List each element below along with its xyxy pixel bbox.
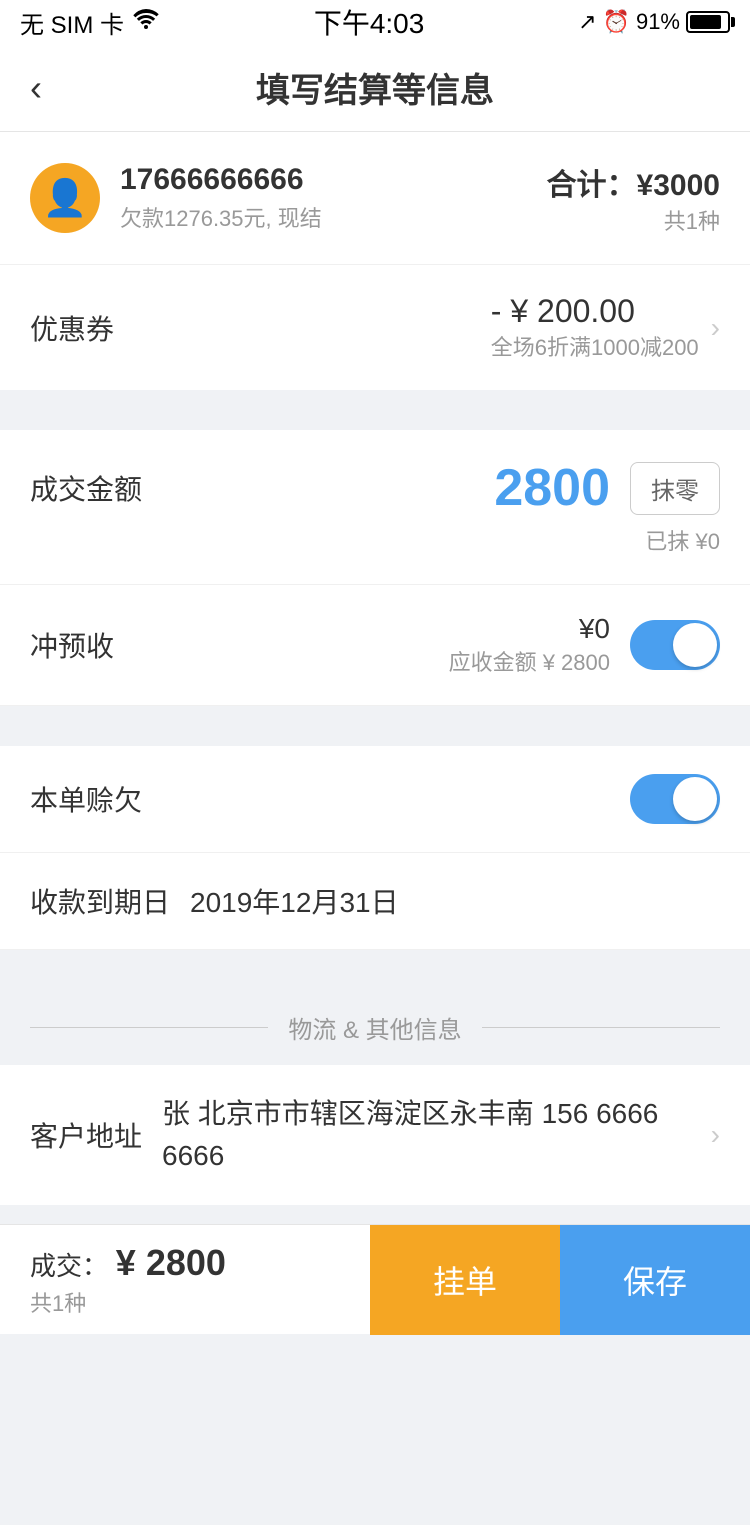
sim-text: 无 SIM 卡 — [20, 5, 124, 40]
due-date-label: 收款到期日 — [30, 881, 170, 921]
prepay-sub: 应收金额 ¥ 2800 — [449, 645, 610, 677]
due-date-row: 收款到期日 2019年12月31日 — [0, 853, 750, 950]
prepay-row: 冲预收 ¥0 应收金额 ¥ 2800 — [0, 585, 750, 706]
coupon-label: 优惠券 — [30, 308, 114, 348]
user-info: 17666666666 欠款1276.35元, 现结 — [120, 163, 547, 233]
total-value: 合计：¥3000 — [547, 160, 720, 204]
bottom-deal-label: 成交： — [30, 1251, 108, 1281]
address-chevron-icon: › — [711, 1119, 720, 1151]
divider-line-right — [482, 1027, 720, 1028]
prepay-amount: ¥0 — [449, 613, 610, 645]
wifi-icon — [132, 8, 160, 36]
status-right: ↗ ⏰ 91% — [578, 9, 730, 35]
battery-icon — [686, 11, 730, 33]
page-title: 填写结算等信息 — [256, 63, 494, 112]
coupon-chevron-icon: › — [711, 312, 720, 344]
save-button[interactable]: 保存 — [560, 1225, 750, 1335]
status-time: 下午4:03 — [314, 2, 425, 42]
gray-divider-2 — [0, 726, 750, 746]
back-button[interactable]: ‹ — [30, 67, 42, 109]
avatar: 👤 — [30, 163, 100, 233]
coupon-row[interactable]: 优惠券 - ¥ 200.00 全场6折满1000减200 › — [0, 265, 750, 390]
battery-percent: 91% — [636, 9, 680, 35]
prepay-toggle[interactable] — [630, 620, 720, 670]
address-label: 客户地址 — [30, 1115, 142, 1155]
amount-card: 成交金额 2800 抹零 已抹 ¥0 冲预收 ¥0 应收金额 ¥ 2800 — [0, 430, 750, 706]
user-sub: 欠款1276.35元, 现结 — [120, 201, 547, 233]
amount-sub: 已抹 ¥0 — [30, 524, 720, 556]
round-btn[interactable]: 抹零 — [630, 462, 720, 515]
status-left: 无 SIM 卡 — [20, 5, 160, 40]
amount-row: 成交金额 2800 抹零 — [30, 458, 720, 518]
user-row: 👤 17666666666 欠款1276.35元, 现结 合计：¥3000 共1… — [0, 132, 750, 265]
user-info-card: 👤 17666666666 欠款1276.35元, 现结 合计：¥3000 共1… — [0, 132, 750, 390]
alarm-icon: ⏰ — [603, 9, 630, 35]
bottom-price: ¥ 2800 — [116, 1242, 226, 1283]
coupon-desc: 全场6折满1000减200 — [491, 330, 699, 362]
user-phone: 17666666666 — [120, 163, 547, 197]
user-amount: 合计：¥3000 共1种 — [547, 160, 720, 236]
gray-divider-1 — [0, 410, 750, 430]
amount-label: 成交金额 — [30, 468, 142, 508]
prepay-label: 冲预收 — [30, 625, 114, 665]
prepay-right: ¥0 应收金额 ¥ 2800 — [449, 613, 610, 677]
debt-label: 本单赊欠 — [30, 779, 142, 819]
logistics-divider: 物流 & 其他信息 — [0, 990, 750, 1065]
debt-toggle-knob — [673, 777, 717, 821]
address-row[interactable]: 客户地址 张 北京市市辖区海淀区永丰南 156 6666 6666 › — [0, 1065, 750, 1205]
address-content: 张 北京市市辖区海淀区永丰南 156 6666 6666 — [162, 1093, 711, 1177]
location-icon: ↗ — [578, 9, 596, 35]
logistics-label: 物流 & 其他信息 — [288, 1010, 461, 1045]
bottom-count: 共1种 — [30, 1286, 340, 1318]
amount-number: 2800 — [494, 458, 610, 518]
gray-divider-3 — [0, 970, 750, 990]
debt-row: 本单赊欠 — [0, 746, 750, 853]
coupon-right: - ¥ 200.00 全场6折满1000减200 › — [491, 293, 720, 362]
prepay-toggle-knob — [673, 623, 717, 667]
hang-order-button[interactable]: 挂单 — [370, 1225, 560, 1335]
user-avatar-icon: 👤 — [43, 177, 88, 219]
total-count: 共1种 — [547, 204, 720, 236]
divider-line-left — [30, 1027, 268, 1028]
bottom-summary: 成交： ¥ 2800 共1种 — [0, 1242, 370, 1318]
nav-bar: ‹ 填写结算等信息 — [0, 44, 750, 132]
debt-card: 本单赊欠 收款到期日 2019年12月31日 — [0, 746, 750, 950]
due-date-value: 2019年12月31日 — [190, 881, 399, 921]
bottom-bar: 成交： ¥ 2800 共1种 挂单 保存 — [0, 1224, 750, 1334]
bottom-deal-row: 成交： ¥ 2800 — [30, 1242, 340, 1284]
coupon-discount: - ¥ 200.00 — [491, 293, 699, 330]
amount-section: 成交金额 2800 抹零 已抹 ¥0 — [0, 430, 750, 585]
status-bar: 无 SIM 卡 下午4:03 ↗ ⏰ 91% — [0, 0, 750, 44]
amount-value-area: 2800 抹零 — [494, 458, 720, 518]
debt-toggle[interactable] — [630, 774, 720, 824]
